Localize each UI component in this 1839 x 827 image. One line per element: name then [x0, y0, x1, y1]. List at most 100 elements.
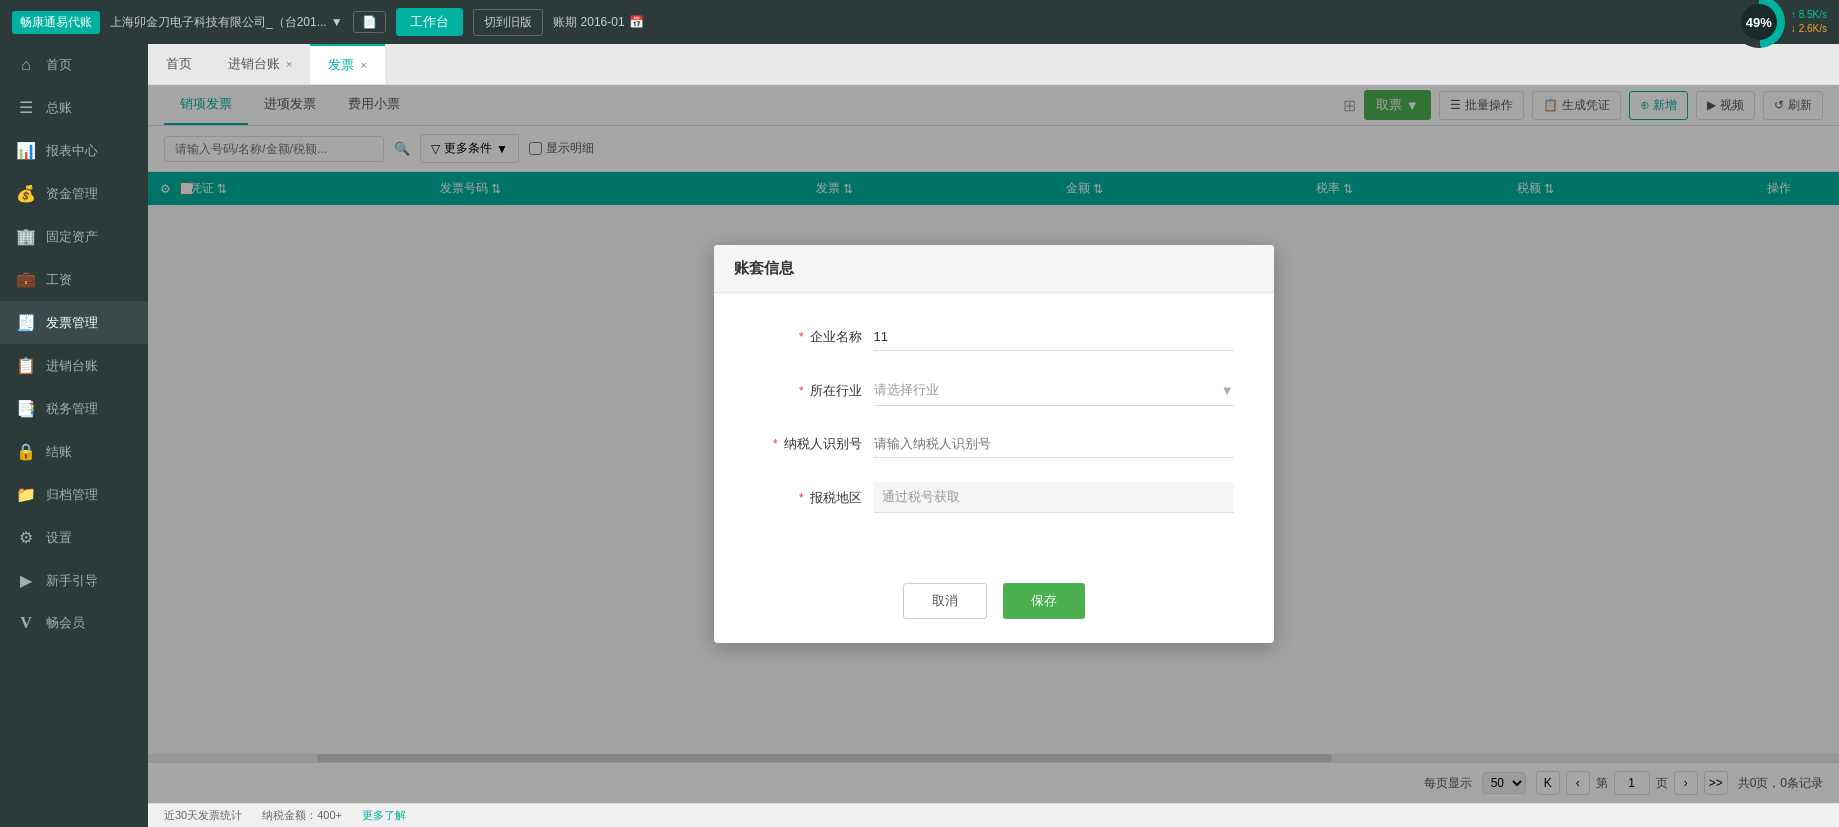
- period-display: 账期 2016-01 📅: [553, 14, 644, 31]
- modal-footer: 取消 保存: [714, 567, 1274, 643]
- industry-label: * 所在行业: [754, 382, 874, 400]
- sidebar-item-label: 首页: [46, 56, 72, 74]
- company-name-row: * 企业名称: [754, 323, 1234, 351]
- fixed-assets-icon: 🏢: [16, 227, 36, 246]
- industry-placeholder: 请选择行业: [874, 381, 939, 399]
- tab-home[interactable]: 首页: [148, 45, 210, 83]
- sidebar-item-payroll[interactable]: 💼 工资: [0, 258, 148, 301]
- sidebar-item-settings[interactable]: ⚙ 设置: [0, 516, 148, 559]
- sidebar-item-guide[interactable]: ▶ 新手引导: [0, 559, 148, 602]
- funds-icon: 💰: [16, 184, 36, 203]
- tab-purchase-sales[interactable]: 进销台账 ×: [210, 45, 310, 83]
- home-icon: ⌂: [16, 56, 36, 74]
- speed-stats: ↑ 8.5K/s ↓ 2.6K/s: [1791, 8, 1827, 36]
- sidebar-item-tax[interactable]: 📑 税务管理: [0, 387, 148, 430]
- save-btn[interactable]: 保存: [1003, 583, 1085, 619]
- company-name-label: * 企业名称: [754, 328, 874, 346]
- tax-id-input[interactable]: [874, 430, 1234, 458]
- industry-select[interactable]: 请选择行业 ▼: [874, 375, 1234, 406]
- sidebar-item-fixed-assets[interactable]: 🏢 固定资产: [0, 215, 148, 258]
- purchase-sales-icon: 📋: [16, 356, 36, 375]
- sidebar-item-label: 结账: [46, 443, 72, 461]
- cancel-btn[interactable]: 取消: [903, 583, 987, 619]
- tax-region-label: * 报税地区: [754, 489, 874, 507]
- status-item-2: 纳税金额：400+: [262, 808, 342, 823]
- sidebar: ⌂ 首页 ☰ 总账 📊 报表中心 💰 资金管理 🏢 固定资产 💼 工资 🧾 发票…: [0, 44, 148, 827]
- tab-purchase-sales-close[interactable]: ×: [286, 58, 292, 70]
- industry-dropdown-icon: ▼: [1221, 383, 1234, 398]
- tax-id-row: * 纳税人识别号: [754, 430, 1234, 458]
- reports-icon: 📊: [16, 141, 36, 160]
- sidebar-item-label: 进销台账: [46, 357, 98, 375]
- switch-old-btn[interactable]: 切到旧版: [473, 9, 543, 36]
- tax-id-label: * 纳税人识别号: [754, 435, 874, 453]
- topbar: 畅康通易代账 上海卯金刀电子科技有限公司_（台201... ▼ 📄 工作台 切到…: [0, 0, 1839, 44]
- main-content: 首页 进销台账 × 发票 × 销项发票 进项发票 费用小: [148, 44, 1839, 827]
- settings-icon: ⚙: [16, 528, 36, 547]
- required-star: *: [799, 490, 804, 505]
- sidebar-item-funds[interactable]: 💰 资金管理: [0, 172, 148, 215]
- payroll-icon: 💼: [16, 270, 36, 289]
- status-item-1: 近30天发票统计: [164, 808, 242, 823]
- content-area: 销项发票 进项发票 费用小票 ⊞ 取票 ▼ ☰ 批量操作: [148, 85, 1839, 803]
- speed-percent: 49%: [1746, 15, 1772, 30]
- download-speed: ↓ 2.6K/s: [1791, 22, 1827, 36]
- sidebar-item-label: 设置: [46, 529, 72, 547]
- tax-region-display: 通过税号获取: [874, 482, 1234, 513]
- status-bar: 近30天发票统计 纳税金额：400+ 更多了解: [148, 803, 1839, 827]
- modal-title: 账套信息: [714, 245, 1274, 293]
- tab-invoice[interactable]: 发票 ×: [310, 44, 384, 84]
- sidebar-item-ledger[interactable]: ☰ 总账: [0, 86, 148, 129]
- sidebar-item-archive[interactable]: 📁 归档管理: [0, 473, 148, 516]
- doc-icon-btn[interactable]: 📄: [353, 11, 386, 33]
- tab-invoice-close[interactable]: ×: [360, 59, 366, 71]
- sidebar-item-label: 畅会员: [46, 614, 85, 632]
- required-star: *: [799, 383, 804, 398]
- modal-body: * 企业名称 * 所在行业 请选择行业: [714, 293, 1274, 567]
- calendar-icon[interactable]: 📅: [629, 15, 644, 29]
- sidebar-item-label: 总账: [46, 99, 72, 117]
- sidebar-item-member[interactable]: V 畅会员: [0, 602, 148, 644]
- topbar-right: 49% ↑ 8.5K/s ↓ 2.6K/s: [1733, 0, 1827, 48]
- app-logo: 畅康通易代账: [12, 11, 100, 34]
- company-name: 上海卯金刀电子科技有限公司_（台201...: [110, 14, 327, 31]
- invoice-icon: 🧾: [16, 313, 36, 332]
- status-item-3[interactable]: 更多了解: [362, 808, 406, 823]
- upload-speed: ↑ 8.5K/s: [1791, 8, 1827, 22]
- member-icon: V: [16, 614, 36, 632]
- speed-circle: 49%: [1733, 0, 1785, 48]
- sidebar-item-invoice[interactable]: 🧾 发票管理: [0, 301, 148, 344]
- archive-icon: 📁: [16, 485, 36, 504]
- sidebar-item-purchase-sales[interactable]: 📋 进销台账: [0, 344, 148, 387]
- tax-region-row: * 报税地区 通过税号获取: [754, 482, 1234, 513]
- industry-row: * 所在行业 请选择行业 ▼: [754, 375, 1234, 406]
- closing-icon: 🔒: [16, 442, 36, 461]
- sidebar-item-reports[interactable]: 📊 报表中心: [0, 129, 148, 172]
- sidebar-item-label: 资金管理: [46, 185, 98, 203]
- tab-home-label: 首页: [166, 55, 192, 73]
- guide-icon: ▶: [16, 571, 36, 590]
- sidebar-item-label: 归档管理: [46, 486, 98, 504]
- tax-icon: 📑: [16, 399, 36, 418]
- required-star: *: [799, 329, 804, 344]
- sidebar-item-label: 工资: [46, 271, 72, 289]
- period-value: 2016-01: [581, 15, 625, 29]
- sidebar-item-label: 税务管理: [46, 400, 98, 418]
- modal-overlay: 账套信息 * 企业名称 *: [148, 85, 1839, 803]
- sidebar-item-label: 固定资产: [46, 228, 98, 246]
- sidebar-item-home[interactable]: ⌂ 首页: [0, 44, 148, 86]
- company-dropdown-icon[interactable]: ▼: [331, 15, 343, 29]
- account-info-modal: 账套信息 * 企业名称 *: [714, 245, 1274, 643]
- sidebar-item-label: 发票管理: [46, 314, 98, 332]
- required-star: *: [773, 436, 778, 451]
- company-name-input[interactable]: [874, 323, 1234, 351]
- tab-invoice-label: 发票: [328, 56, 354, 74]
- main-layout: ⌂ 首页 ☰ 总账 📊 报表中心 💰 资金管理 🏢 固定资产 💼 工资 🧾 发票…: [0, 44, 1839, 827]
- sidebar-item-label: 新手引导: [46, 572, 98, 590]
- period-label: 账期: [553, 14, 577, 31]
- company-selector[interactable]: 上海卯金刀电子科技有限公司_（台201... ▼: [110, 14, 343, 31]
- workspace-btn[interactable]: 工作台: [396, 8, 463, 36]
- ledger-icon: ☰: [16, 98, 36, 117]
- sidebar-item-closing[interactable]: 🔒 结账: [0, 430, 148, 473]
- tab-purchase-sales-label: 进销台账: [228, 55, 280, 73]
